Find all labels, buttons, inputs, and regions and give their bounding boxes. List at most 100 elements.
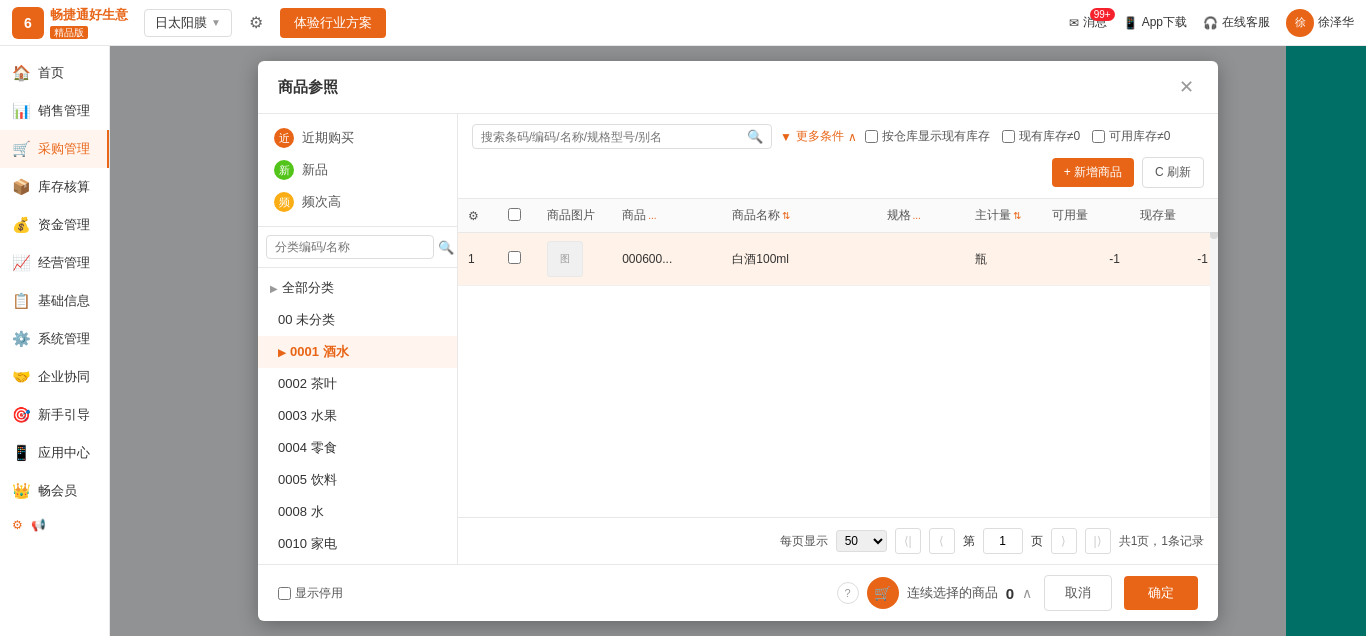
prev-page-button[interactable]: ⟨	[929, 528, 955, 554]
row-code: 000600...	[612, 233, 722, 286]
checkbox-avail-nonzero[interactable]: 可用库存≠0	[1092, 128, 1170, 145]
modal-footer: 显示停用 ? 🛒 连续选择的商品 0 ∧ 取消 确定	[258, 564, 1218, 621]
product-table-container: ⚙ 商品图片 商品... 商品名称⇅	[458, 199, 1218, 517]
close-button[interactable]: ✕	[1174, 75, 1198, 99]
category-search-input[interactable]	[266, 235, 434, 259]
col-settings[interactable]: ⚙	[458, 199, 498, 233]
speaker-icon[interactable]: 📢	[31, 518, 46, 532]
store-selector[interactable]: 日太阳膜 ▼	[144, 9, 232, 37]
business-icon: 📈	[12, 254, 30, 272]
select-all-checkbox[interactable]	[508, 208, 521, 221]
category-0010[interactable]: 0010 家电	[258, 528, 457, 560]
sidebar-item-basic-info[interactable]: 📋 基础信息	[0, 282, 109, 320]
online-support-button[interactable]: 🎧 在线客服	[1203, 14, 1270, 31]
category-0001[interactable]: ▶ 0001 酒水	[258, 336, 457, 368]
cart-button[interactable]: 🛒	[867, 577, 899, 609]
top-nav: 6 畅捷通好生意 精品版 日太阳膜 ▼ ⚙ 体验行业方案 ✉ 消息 99+ 📱 …	[0, 0, 1366, 46]
category-0002[interactable]: 0002 茶叶	[258, 368, 457, 400]
page-number-input[interactable]	[983, 528, 1023, 554]
row-checkbox[interactable]	[498, 233, 538, 286]
category-search-button[interactable]: 🔍	[438, 235, 454, 259]
collab-icon: 🤝	[12, 368, 30, 386]
messages-button[interactable]: ✉ 消息 99+	[1069, 14, 1107, 31]
user-profile-button[interactable]: 徐 徐泽华	[1286, 9, 1354, 37]
sidebar-item-sales[interactable]: 📊 销售管理	[0, 92, 109, 130]
sidebar-item-vip[interactable]: 👑 畅会员	[0, 472, 109, 510]
scrollbar-track[interactable]	[1210, 199, 1218, 517]
checkbox-stock-nonzero[interactable]: 现有库存≠0	[1002, 128, 1080, 145]
new-icon: 新	[274, 160, 294, 180]
checkbox-by-warehouse[interactable]: 按仓库显示现有库存	[865, 128, 990, 145]
sidebar-item-guide[interactable]: 🎯 新手引导	[0, 396, 109, 434]
settings-bottom-icon[interactable]: ⚙	[12, 518, 23, 532]
trial-button[interactable]: 体验行业方案	[280, 8, 386, 38]
product-search-input[interactable]	[481, 130, 743, 144]
filter-icon: ▼	[780, 130, 792, 144]
help-icon[interactable]: ?	[837, 582, 859, 604]
logo-text: 畅捷通好生意 精品版	[50, 6, 128, 40]
freq-icon: 频	[274, 192, 294, 212]
sidebar-item-system[interactable]: ⚙️ 系统管理	[0, 320, 109, 358]
page-total-text: 共1页，1条记录	[1119, 533, 1204, 550]
frequent-link[interactable]: 频 频次高	[266, 186, 449, 218]
category-00[interactable]: 00 未分类	[258, 304, 457, 336]
pagination-bar: 每页显示 10 20 50 100 ⟨| ⟨ 第 页	[458, 517, 1218, 564]
settings-icon[interactable]: ⚙	[240, 7, 272, 39]
new-product-link[interactable]: 新 新品	[266, 154, 449, 186]
more-filters-button[interactable]: ▼ 更多条件 ∧	[780, 128, 857, 145]
category-0004[interactable]: 0004 零食	[258, 432, 457, 464]
category-0008[interactable]: 0008 水	[258, 496, 457, 528]
search-icon: 🔍	[747, 129, 763, 144]
category-0003[interactable]: 0003 水果	[258, 400, 457, 432]
sidebar-item-collab[interactable]: 🤝 企业协同	[0, 358, 109, 396]
add-product-button[interactable]: + 新增商品	[1052, 158, 1134, 187]
sidebar-item-purchase[interactable]: 🛒 采购管理	[0, 130, 109, 168]
sort-icon-spec: ...	[913, 210, 921, 221]
show-disabled-checkbox[interactable]: 显示停用	[278, 585, 343, 602]
col-stock: 现存量	[1130, 199, 1218, 233]
row-img: 图	[537, 233, 612, 286]
col-unit[interactable]: 主计量⇅	[965, 199, 1042, 233]
col-spec[interactable]: 规格...	[877, 199, 965, 233]
sidebar-item-inventory[interactable]: 📦 库存核算	[0, 168, 109, 206]
col-code[interactable]: 商品...	[612, 199, 722, 233]
chevron-right-icon: ▶	[270, 283, 278, 294]
sidebar-item-home[interactable]: 🏠 首页	[0, 54, 109, 92]
inventory-icon: 📦	[12, 178, 30, 196]
col-name[interactable]: 商品名称⇅	[722, 199, 876, 233]
sidebar-item-app-center[interactable]: 📱 应用中心	[0, 434, 109, 472]
sales-icon: 📊	[12, 102, 30, 120]
app-download-button[interactable]: 📱 App下载	[1123, 14, 1187, 31]
modal-title: 商品参照	[278, 78, 338, 97]
product-reference-modal: 商品参照 ✕ 近 近期购买 新 新	[258, 61, 1218, 621]
next-page-button[interactable]: ⟩	[1051, 528, 1077, 554]
message-icon: ✉	[1069, 16, 1079, 30]
vip-icon: 👑	[12, 482, 30, 500]
category-0005[interactable]: 0005 饮料	[258, 464, 457, 496]
modal-header: 商品参照 ✕	[258, 61, 1218, 114]
row-unit: 瓶	[965, 233, 1042, 286]
first-page-button[interactable]: ⟨|	[895, 528, 921, 554]
collapse-cart-icon[interactable]: ∧	[1022, 585, 1032, 601]
product-search-box: 🔍	[472, 124, 772, 149]
recent-icon: 近	[274, 128, 294, 148]
cancel-button[interactable]: 取消	[1044, 575, 1112, 611]
cart-text: 连续选择的商品	[907, 584, 998, 602]
sidebar-item-finance[interactable]: 💰 资金管理	[0, 206, 109, 244]
refresh-button[interactable]: C 刷新	[1142, 157, 1204, 188]
table-row[interactable]: 1 图 000600... 白酒100ml 瓶	[458, 233, 1218, 286]
modal-overlay: 商品参照 ✕ 近 近期购买 新 新	[110, 46, 1366, 636]
category-all[interactable]: ▶ 全部分类	[258, 272, 457, 304]
home-icon: 🏠	[12, 64, 30, 82]
phone-icon: 📱	[1123, 16, 1138, 30]
confirm-button[interactable]: 确定	[1124, 576, 1198, 610]
logo-icon: 6	[12, 7, 44, 39]
sidebar-item-business[interactable]: 📈 经营管理	[0, 244, 109, 282]
per-page-select[interactable]: 10 20 50 100	[836, 530, 887, 552]
table-header-row: ⚙ 商品图片 商品... 商品名称⇅	[458, 199, 1218, 233]
last-page-button[interactable]: |⟩	[1085, 528, 1111, 554]
page-unit: 页	[1031, 533, 1043, 550]
system-icon: ⚙️	[12, 330, 30, 348]
left-panel: 近 近期购买 新 新品 频 频次高	[258, 114, 458, 564]
recent-purchase-link[interactable]: 近 近期购买	[266, 122, 449, 154]
